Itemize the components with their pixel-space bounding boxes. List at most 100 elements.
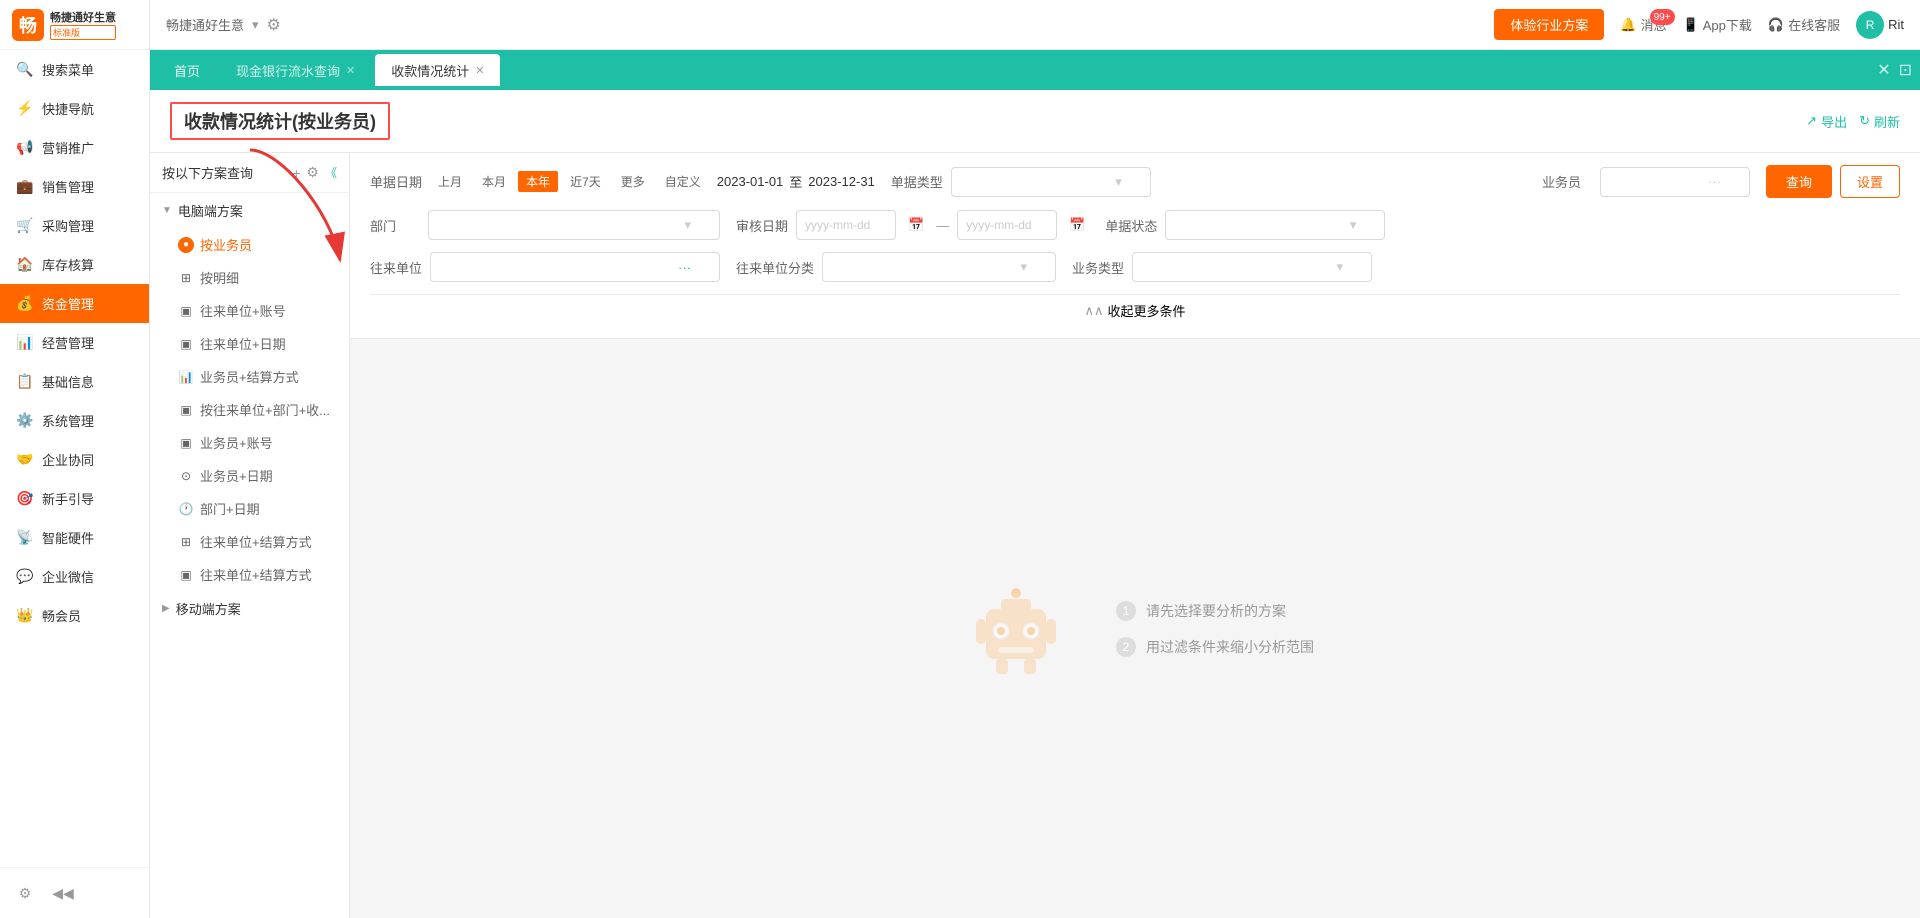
tab-collection[interactable]: 收款情况统计 ✕: [375, 54, 500, 86]
avatar: R: [1856, 11, 1884, 39]
review-date-cal1[interactable]: 📅: [904, 217, 928, 233]
sidebar-item-shortcut[interactable]: ⚡ 快捷导航: [0, 89, 149, 128]
counterparty-select[interactable]: ···: [430, 252, 720, 282]
cp-category-select[interactable]: ▾: [822, 252, 1056, 282]
main-area: 畅捷通好生意 ▾ ⚙ 体验行业方案 🔔 消息 99+ 📱 App下载 🎧 在线客…: [150, 0, 1920, 918]
scheme-cp-settle1-icon: ⊞: [178, 534, 194, 550]
scheme-item-counterparty-account[interactable]: ▣ 往来单位+账号: [150, 294, 349, 327]
review-date-label: 审核日期: [736, 216, 788, 235]
sidebar-item-hardware[interactable]: 📡 智能硬件: [0, 518, 149, 557]
sidebar-item-wechat[interactable]: 💬 企业微信: [0, 557, 149, 596]
sidebar-item-guide[interactable]: 🎯 新手引导: [0, 479, 149, 518]
date-tab-7days[interactable]: 近7天: [562, 171, 609, 192]
tab-bank-close[interactable]: ✕: [346, 64, 355, 77]
voucher-status-select[interactable]: ▾: [1165, 210, 1385, 240]
scheme-group-pc-header[interactable]: ▼ 电脑端方案: [150, 193, 349, 228]
maximize-window-icon[interactable]: ⊡: [1899, 60, 1912, 80]
date-tab-custom[interactable]: 自定义: [657, 171, 709, 192]
message-badge: 99+: [1650, 9, 1675, 25]
review-date-to[interactable]: yyyy-mm-dd: [957, 210, 1057, 240]
collapse-panel-icon[interactable]: 《: [325, 164, 337, 181]
scheme-item-salesman-date[interactable]: ⊙ 业务员+日期: [150, 459, 349, 492]
online-service-btn[interactable]: 🎧 在线客服: [1768, 15, 1840, 34]
empty-steps: 1 请先选择要分析的方案 2 用过滤条件来缩小分析范围: [1116, 601, 1314, 657]
cp-category-label: 往来单位分类: [736, 258, 814, 277]
scheme-item-counterparty-date[interactable]: ▣ 往来单位+日期: [150, 327, 349, 360]
nav-label-shortcut: 快捷导航: [42, 99, 94, 118]
export-label: 导出: [1821, 112, 1847, 131]
scheme-cp-settle2-label: 往来单位+结算方式: [200, 565, 312, 584]
nav-icon-finance: 💰: [16, 295, 34, 313]
nav-icon-wechat: 💬: [16, 568, 34, 586]
scheme-item-detail[interactable]: ⊞ 按明细: [150, 261, 349, 294]
review-date-cal2[interactable]: 📅: [1065, 217, 1089, 233]
refresh-btn[interactable]: ↻ 刷新: [1859, 112, 1900, 131]
date-tab-last-month[interactable]: 上月: [430, 171, 470, 192]
collapse-sidebar-icon[interactable]: ◀◀: [48, 878, 78, 908]
scheme-item-dept-date[interactable]: 🕐 部门+日期: [150, 492, 349, 525]
nav-label-system: 系统管理: [42, 411, 94, 430]
sidebar-item-purchase[interactable]: 🛒 采购管理: [0, 206, 149, 245]
sidebar-item-business[interactable]: 📊 经营管理: [0, 323, 149, 362]
filter-actions: 查询 设置: [1766, 165, 1900, 198]
scheme-settings-icon[interactable]: ⚙: [306, 164, 319, 181]
dept-select[interactable]: ▾: [428, 210, 720, 240]
nav-label-hardware: 智能硬件: [42, 528, 94, 547]
scheme-item-salesman[interactable]: ● 按业务员: [150, 228, 349, 261]
nav-label-business: 经营管理: [42, 333, 94, 352]
user-area[interactable]: R Rit: [1856, 11, 1904, 39]
logo-text-area: 畅捷通好生意 标准版: [50, 9, 116, 40]
filter-dept-item: 部门 ▾: [370, 210, 720, 240]
topbar-dropdown-icon[interactable]: ▾: [252, 17, 259, 33]
sidebar-item-enterprise[interactable]: 🤝 企业协同: [0, 440, 149, 479]
message-btn[interactable]: 🔔 消息 99+: [1620, 15, 1666, 34]
logo-area: 畅 畅捷通好生意 标准版: [0, 0, 149, 50]
sidebar-item-inventory[interactable]: 🏠 库存核算: [0, 245, 149, 284]
topbar-settings-icon[interactable]: ⚙: [267, 15, 281, 35]
logo-icon: 畅: [12, 9, 44, 41]
scheme-group-mobile-header[interactable]: ▶ 移动端方案: [150, 591, 349, 626]
scheme-item-salesman-account[interactable]: ▣ 业务员+账号: [150, 426, 349, 459]
filter-counterparty-item: 往来单位 ···: [370, 252, 720, 282]
collapse-label: 收起更多条件: [1108, 301, 1186, 320]
close-window-icon[interactable]: ✕: [1877, 60, 1890, 80]
scheme-item-counterparty-dept[interactable]: ▣ 按往来单位+部门+收...: [150, 393, 349, 426]
date-tab-more[interactable]: 更多: [613, 171, 653, 192]
salesman-select[interactable]: ···: [1600, 167, 1750, 197]
tab-home[interactable]: 首页: [158, 54, 216, 86]
sidebar-item-sales[interactable]: 💼 销售管理: [0, 167, 149, 206]
collapse-more-btn[interactable]: ∧∧ 收起更多条件: [370, 294, 1900, 326]
industry-btn[interactable]: 体验行业方案: [1494, 9, 1604, 40]
topbar: 畅捷通好生意 ▾ ⚙ 体验行业方案 🔔 消息 99+ 📱 App下载 🎧 在线客…: [150, 0, 1920, 50]
add-scheme-icon[interactable]: +: [292, 164, 300, 181]
query-btn[interactable]: 查询: [1766, 165, 1832, 198]
counterparty-more-icon[interactable]: ···: [678, 260, 691, 275]
tab-bank[interactable]: 现金银行流水查询 ✕: [220, 54, 371, 86]
review-date-from[interactable]: yyyy-mm-dd: [796, 210, 896, 240]
sidebar-item-finance[interactable]: 💰 资金管理: [0, 284, 149, 323]
date-tab-this-month[interactable]: 本月: [474, 171, 514, 192]
scheme-item-cp-settle2[interactable]: ▣ 往来单位+结算方式: [150, 558, 349, 591]
settings-bottom-icon[interactable]: ⚙: [10, 878, 40, 908]
sidebar-item-member[interactable]: 👑 畅会员: [0, 596, 149, 635]
breadcrumb: 畅捷通好生意: [166, 15, 244, 34]
voucher-type-select[interactable]: ▾: [951, 167, 1151, 197]
sidebar-item-basic[interactable]: 📋 基础信息: [0, 362, 149, 401]
sidebar-item-marketing[interactable]: 📢 营销推广: [0, 128, 149, 167]
export-btn[interactable]: ↗ 导出: [1806, 112, 1847, 131]
tab-collection-close[interactable]: ✕: [475, 64, 484, 77]
scheme-item-salesman-settle[interactable]: 📊 业务员+结算方式: [150, 360, 349, 393]
voucher-type-dropdown-icon: ▾: [1115, 174, 1122, 190]
scheme-item-cp-settle1[interactable]: ⊞ 往来单位+结算方式: [150, 525, 349, 558]
date-tab-this-year[interactable]: 本年: [518, 171, 558, 192]
sidebar-item-system[interactable]: ⚙️ 系统管理: [0, 401, 149, 440]
empty-state: 1 请先选择要分析的方案 2 用过滤条件来缩小分析范围: [956, 569, 1314, 689]
filter-review-date-item: 审核日期 yyyy-mm-dd 📅 — yyyy-mm-dd 📅: [736, 210, 1089, 240]
setting-btn[interactable]: 设置: [1840, 165, 1900, 198]
business-type-select[interactable]: ▾: [1132, 252, 1372, 282]
logo-badge: 标准版: [50, 25, 116, 40]
sidebar-item-search[interactable]: 🔍 搜索菜单: [0, 50, 149, 89]
scheme-group-mobile: ▶ 移动端方案: [150, 591, 349, 626]
nav-label-sales: 销售管理: [42, 177, 94, 196]
app-download-btn[interactable]: 📱 App下载: [1683, 15, 1752, 34]
